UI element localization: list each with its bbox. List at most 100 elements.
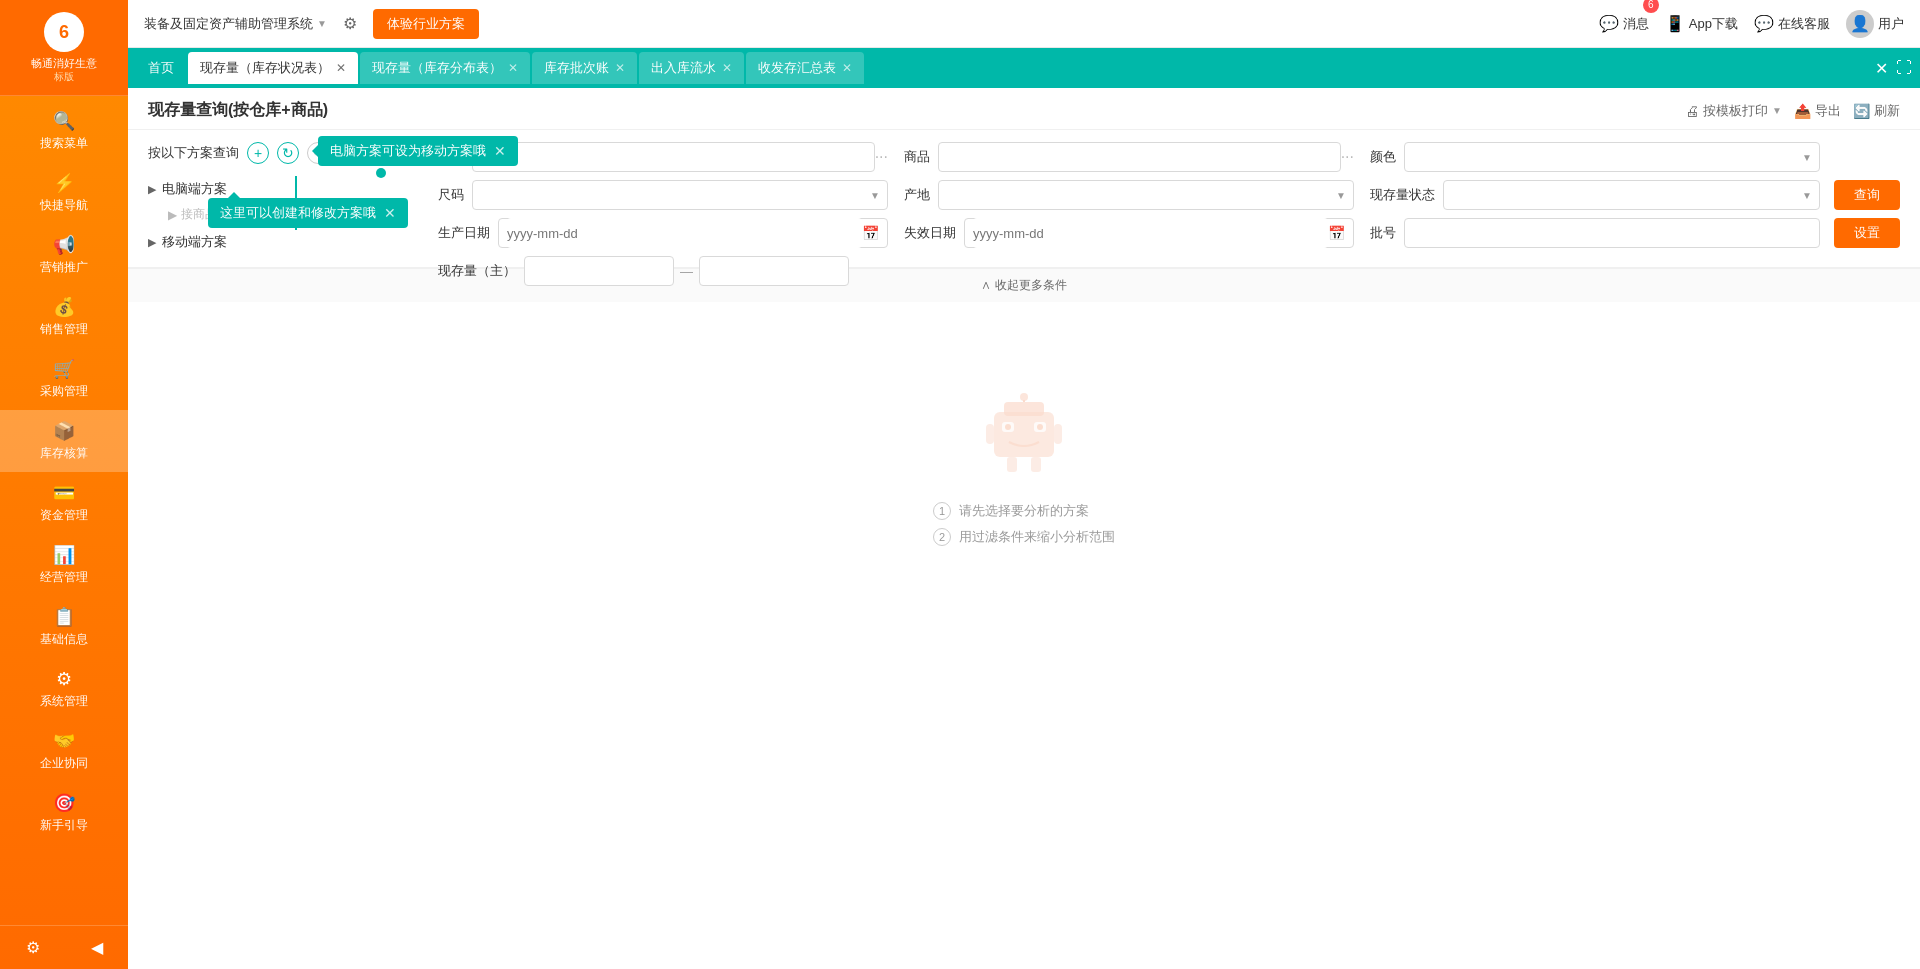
stock-status-select-wrapper: ▼ (1443, 180, 1820, 210)
sidebar-item-purchase-label: 采购管理 (40, 383, 88, 400)
warehouse-select[interactable] (472, 142, 875, 172)
origin-label: 产地 (904, 186, 930, 204)
tab-expand-icon[interactable]: ⛶ (1896, 59, 1912, 77)
product-label: 商品 (904, 148, 930, 166)
step-2-text: 用过滤条件来缩小分析范围 (959, 528, 1115, 546)
sidebar-item-finance[interactable]: 💳 资金管理 (0, 472, 128, 534)
stock-quantity-min-input[interactable] (524, 256, 674, 286)
system-title-dropdown[interactable]: 装备及固定资产辅助管理系统 ▼ (144, 15, 327, 33)
tab-inventory-distribution-close-icon[interactable]: ✕ (508, 61, 518, 75)
user-action[interactable]: 👤 用户 (1846, 10, 1904, 38)
svg-rect-1 (1004, 402, 1044, 416)
sidebar-settings-button[interactable]: ⚙ (22, 934, 44, 961)
expiry-date-input[interactable] (973, 218, 1328, 248)
tab-in-out-flow-close-icon[interactable]: ✕ (722, 61, 732, 75)
filter-fields-area: 仓库 ··· 商品 ··· (438, 142, 1820, 294)
filter-expiry-date: 失效日期 📅 (904, 218, 1354, 248)
filter-add-button[interactable]: + (247, 142, 269, 164)
sidebar-item-basic-info[interactable]: 📋 基础信息 (0, 596, 128, 658)
sidebar-item-inventory[interactable]: 📦 库存核算 (0, 410, 128, 472)
experience-button[interactable]: 体验行业方案 (373, 9, 479, 39)
search-reset-group: 查询 设置 (1834, 180, 1900, 248)
app-download-action[interactable]: 📱 App下载 (1665, 14, 1738, 33)
sidebar-item-search-menu[interactable]: 🔍 搜索菜单 (0, 100, 128, 162)
sidebar-item-operations[interactable]: 📊 经营管理 (0, 534, 128, 596)
production-date-input[interactable] (507, 218, 862, 248)
tab-receive-send-summary[interactable]: 收发存汇总表 ✕ (746, 52, 864, 84)
sidebar-item-purchase[interactable]: 🛒 采购管理 (0, 348, 128, 410)
sidebar-collapse-button[interactable]: ◀ (87, 934, 107, 961)
user-label: 用户 (1878, 15, 1904, 33)
mobile-plan-arrow-icon: ▶ (148, 236, 156, 249)
tab-receive-send-summary-close-icon[interactable]: ✕ (842, 61, 852, 75)
export-icon: 📤 (1794, 103, 1811, 119)
filter-row-3: 生产日期 📅 失效日期 📅 (438, 218, 1820, 248)
tooltip-pc-plan-close-icon[interactable]: ✕ (494, 143, 506, 159)
batch-number-label: 批号 (1370, 224, 1396, 242)
expiry-date-label: 失效日期 (904, 224, 956, 242)
sidebar-item-marketing[interactable]: 📢 营销推广 (0, 224, 128, 286)
sidebar-item-operations-label: 经营管理 (40, 569, 88, 586)
export-label: 导出 (1815, 102, 1841, 120)
notification-action[interactable]: 💬 消息 6 (1599, 14, 1649, 33)
sidebar-item-finance-label: 资金管理 (40, 507, 88, 524)
origin-select[interactable] (938, 180, 1354, 210)
filter-product: 商品 ··· (904, 142, 1354, 172)
print-icon: 🖨 (1685, 103, 1699, 119)
tab-inventory-status[interactable]: 现存量（库存状况表） ✕ (188, 52, 358, 84)
tab-inventory-distribution[interactable]: 现存量（库存分布表） ✕ (360, 52, 530, 84)
filter-refresh-button[interactable]: ↻ (277, 142, 299, 164)
step-2-number: 2 (933, 528, 951, 546)
tooltip-create-plan-close-icon[interactable]: ✕ (384, 205, 396, 221)
size-label: 尺码 (438, 186, 464, 204)
sidebar-item-sales[interactable]: 💰 销售管理 (0, 286, 128, 348)
tab-close-all-icon[interactable]: ✕ (1875, 59, 1888, 78)
tab-in-out-flow[interactable]: 出入库流水 ✕ (639, 52, 744, 84)
basic-info-icon: 📋 (53, 606, 75, 628)
top-header: 装备及固定资产辅助管理系统 ▼ ⚙ 体验行业方案 💬 消息 6 📱 App下载 … (128, 0, 1920, 48)
sidebar-item-guide[interactable]: 🎯 新手引导 (0, 782, 128, 844)
size-select[interactable] (472, 180, 888, 210)
sidebar-item-sales-label: 销售管理 (40, 321, 88, 338)
sidebar-item-enterprise[interactable]: 🤝 企业协同 (0, 720, 128, 782)
svg-rect-8 (986, 424, 994, 444)
print-action[interactable]: 🖨 按模板打印 ▼ (1685, 102, 1782, 120)
tab-batch-account-close-icon[interactable]: ✕ (615, 61, 625, 75)
sidebar-item-system-label: 系统管理 (40, 693, 88, 710)
sidebar-item-quick-nav[interactable]: ⚡ 快捷导航 (0, 162, 128, 224)
sidebar-item-enterprise-label: 企业协同 (40, 755, 88, 772)
color-chevron-icon: ▼ (1802, 152, 1812, 163)
tab-inventory-status-close-icon[interactable]: ✕ (336, 61, 346, 75)
enterprise-icon: 🤝 (53, 730, 75, 752)
sidebar-item-search-menu-label: 搜索菜单 (40, 135, 88, 152)
sidebar-item-system[interactable]: ⚙ 系统管理 (0, 658, 128, 720)
stock-quantity-label: 现存量（主） (438, 262, 516, 280)
filter-batch-number: 批号 (1370, 218, 1820, 248)
expiry-date-calendar-icon[interactable]: 📅 (1328, 225, 1345, 241)
mobile-plan-label: 移动端方案 (162, 233, 227, 251)
tab-home[interactable]: 首页 (136, 52, 186, 84)
search-button[interactable]: 查询 (1834, 180, 1900, 210)
tab-batch-account[interactable]: 库存批次账 ✕ (532, 52, 637, 84)
online-support-action[interactable]: 💬 在线客服 (1754, 14, 1830, 33)
production-date-calendar-icon[interactable]: 📅 (862, 225, 879, 241)
sidebar-item-basic-info-label: 基础信息 (40, 631, 88, 648)
refresh-action[interactable]: 🔄 刷新 (1853, 102, 1900, 120)
tooltip-pc-plan-text: 电脑方案可设为移动方案哦 (330, 142, 486, 160)
filter-row-4: 现存量（主） — (438, 256, 1820, 286)
stock-status-select[interactable] (1443, 180, 1820, 210)
color-select[interactable] (1404, 142, 1820, 172)
header-settings-icon[interactable]: ⚙ (339, 10, 361, 37)
stock-quantity-max-input[interactable] (699, 256, 849, 286)
filter-stock-status: 现存量状态 ▼ (1370, 180, 1820, 210)
product-select[interactable] (938, 142, 1341, 172)
sales-icon: 💰 (53, 296, 75, 318)
dot-indicator (376, 168, 386, 178)
app-download-label: App下载 (1689, 15, 1738, 33)
origin-chevron-icon: ▼ (1336, 190, 1346, 201)
system-icon: ⚙ (56, 668, 72, 690)
reset-button[interactable]: 设置 (1834, 218, 1900, 248)
guide-icon: 🎯 (53, 792, 75, 814)
export-action[interactable]: 📤 导出 (1794, 102, 1841, 120)
batch-number-input[interactable] (1404, 218, 1820, 248)
